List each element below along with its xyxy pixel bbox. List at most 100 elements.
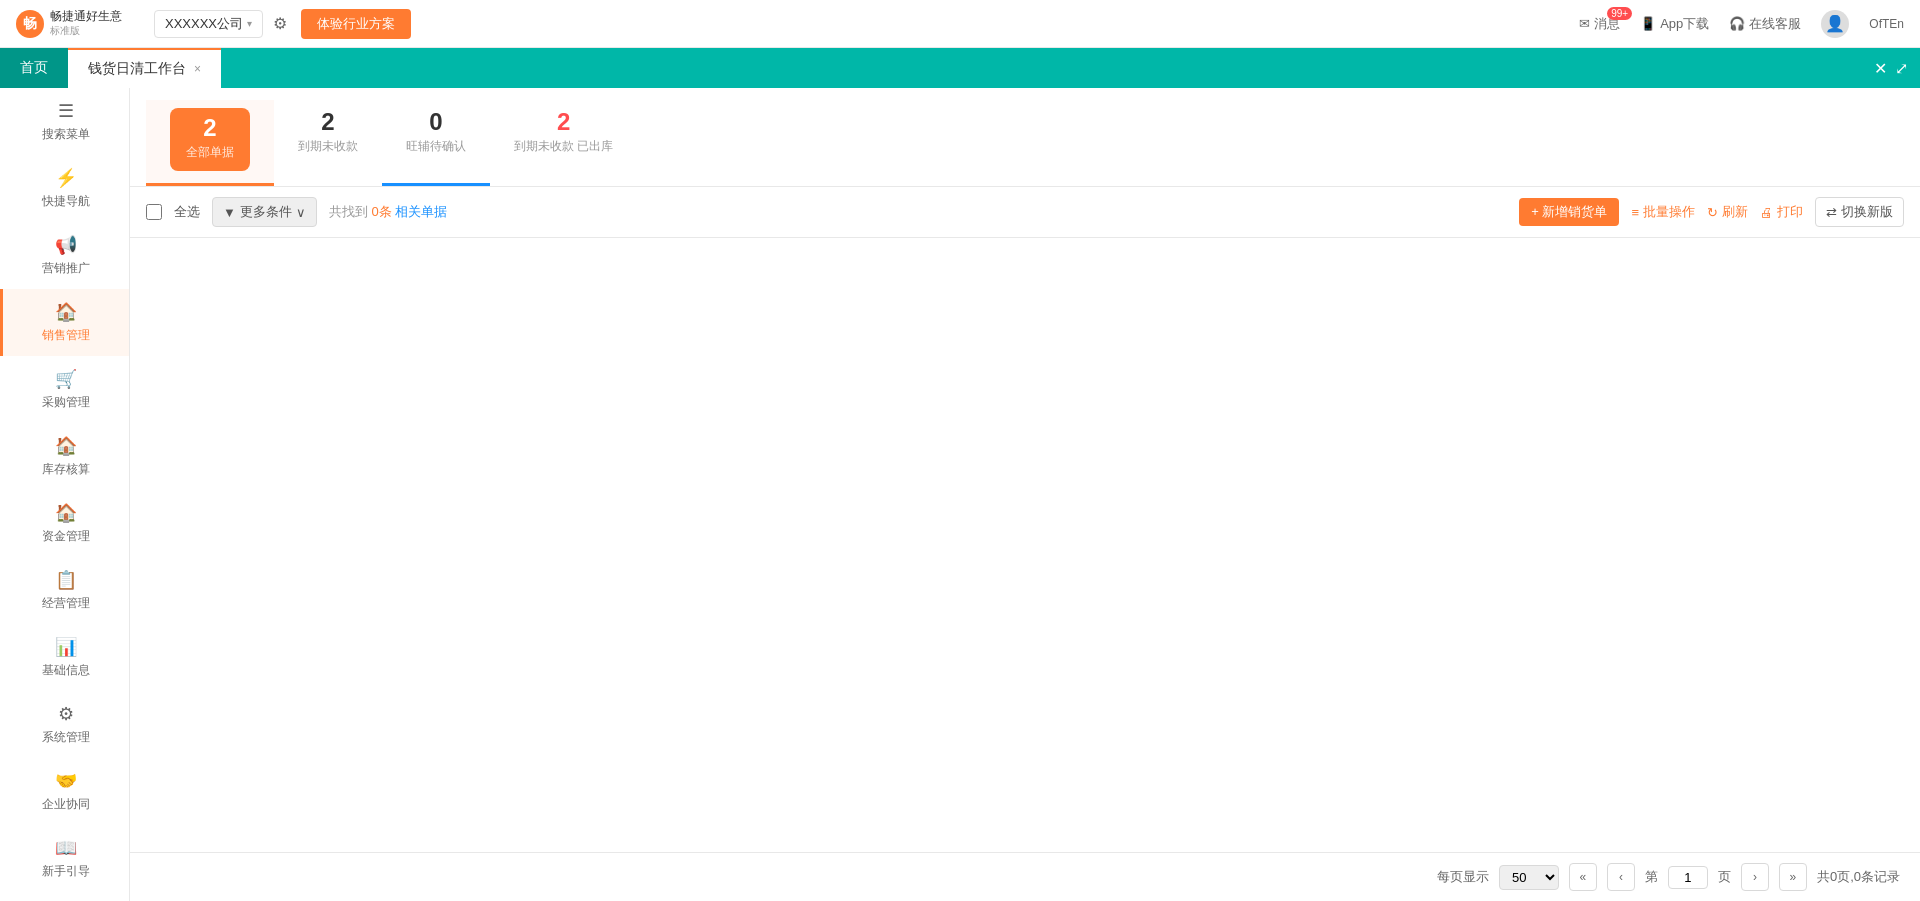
switch-label: 切换新版 xyxy=(1841,203,1893,221)
per-page-select[interactable]: 50 100 200 xyxy=(1499,865,1559,890)
refresh-label: 刷新 xyxy=(1722,203,1748,221)
sidebar-item-sales[interactable]: 🏠 销售管理 xyxy=(0,289,129,356)
stat-tab-overdue[interactable]: 2 到期未收款 xyxy=(274,100,382,186)
window-close-icon[interactable]: ✕ xyxy=(1874,59,1887,78)
avatar-icon: 👤 xyxy=(1825,14,1845,33)
stat-label-all: 全部单据 xyxy=(186,144,234,161)
found-prefix: 共找到 xyxy=(329,204,368,219)
sidebar-item-purchase[interactable]: 🛒 采购管理 xyxy=(0,356,129,423)
sidebar-label-enterprise: 企业协同 xyxy=(42,796,90,813)
next-page-button[interactable]: › xyxy=(1741,863,1769,891)
logo-text: 畅捷通好生意 xyxy=(50,9,122,25)
sales-icon: 🏠 xyxy=(55,301,77,323)
table-area xyxy=(130,238,1920,852)
avatar[interactable]: 👤 xyxy=(1821,10,1849,38)
related-link[interactable]: 相关单据 xyxy=(395,204,447,219)
stat-tab-all[interactable]: 2 全部单据 xyxy=(146,100,274,186)
tab-cash-flow[interactable]: 钱货日清工作台 × xyxy=(68,48,221,88)
company-selector[interactable]: XXXXXX公司 ▾ xyxy=(154,10,263,38)
sidebar-item-marketing[interactable]: 📢 营销推广 xyxy=(0,222,129,289)
nav-tabs: 首页 钱货日清工作台 × ✕ ⤢ xyxy=(0,48,1920,88)
content-area: 2 全部单据 2 到期未收款 0 旺辅待确认 2 到期未收款 已出库 全选 xyxy=(130,88,1920,901)
stat-tab-overdue-out[interactable]: 2 到期未收款 已出库 xyxy=(490,100,637,186)
tab-cash-flow-label: 钱货日清工作台 xyxy=(88,60,186,78)
settings-icon[interactable]: ⚙ xyxy=(273,14,287,33)
select-all-label: 全选 xyxy=(174,203,200,221)
filter-button[interactable]: ▼ 更多条件 ∨ xyxy=(212,197,317,227)
print-icon: 🖨 xyxy=(1760,205,1773,220)
toolbar: 全选 ▼ 更多条件 ∨ 共找到 0条 相关单据 + 新增销货单 ≡ 批量操作 ↻ xyxy=(130,187,1920,238)
stat-label-pending: 旺辅待确认 xyxy=(406,138,466,155)
sidebar-label-guide: 新手引导 xyxy=(42,863,90,880)
sidebar-item-search-menu[interactable]: ☰ 搜索菜单 xyxy=(0,88,129,155)
stat-num-pending: 0 xyxy=(429,108,442,136)
sidebar-item-operations[interactable]: 📋 经营管理 xyxy=(0,557,129,624)
window-expand-icon[interactable]: ⤢ xyxy=(1895,59,1908,78)
print-button[interactable]: 🖨 打印 xyxy=(1760,203,1803,221)
main-layout: ☰ 搜索菜单 ⚡ 快捷导航 📢 营销推广 🏠 销售管理 🛒 采购管理 🏠 库存核… xyxy=(0,88,1920,901)
stat-tab-pending[interactable]: 0 旺辅待确认 xyxy=(382,100,490,186)
sidebar-label-operations: 经营管理 xyxy=(42,595,90,612)
message-badge: 99+ xyxy=(1607,7,1632,20)
total-info: 共0页,0条记录 xyxy=(1817,868,1900,886)
enterprise-icon: 🤝 xyxy=(55,770,77,792)
prev-page-button[interactable]: ‹ xyxy=(1607,863,1635,891)
sidebar-item-enterprise[interactable]: 🤝 企业协同 xyxy=(0,758,129,825)
refresh-icon: ↻ xyxy=(1707,205,1718,220)
per-page-label: 每页显示 xyxy=(1437,868,1489,886)
batch-label: 批量操作 xyxy=(1643,203,1695,221)
purchase-icon: 🛒 xyxy=(55,368,77,390)
message-item[interactable]: ✉ 消息 99+ xyxy=(1579,15,1620,33)
sidebar-item-sys-mgmt[interactable]: ⚙ 系统管理 xyxy=(0,691,129,758)
sidebar-label-marketing: 营销推广 xyxy=(42,260,90,277)
sidebar-label-sys-mgmt: 系统管理 xyxy=(42,729,90,746)
sidebar-item-quick-nav[interactable]: ⚡ 快捷导航 xyxy=(0,155,129,222)
top-right-area: ✉ 消息 99+ 📱 App下载 🎧 在线客服 👤 OfTEn xyxy=(1579,10,1904,38)
sidebar-item-app-center[interactable]: 📦 应用中心 xyxy=(0,892,129,901)
add-sales-button[interactable]: + 新增销货单 xyxy=(1519,198,1619,226)
batch-action-button[interactable]: ≡ 批量操作 xyxy=(1631,203,1695,221)
search-menu-icon: ☰ xyxy=(58,100,74,122)
top-bar: 畅 畅捷通好生意 标准版 XXXXXX公司 ▾ ⚙ 体验行业方案 ✉ 消息 99… xyxy=(0,0,1920,48)
marketing-icon: 📢 xyxy=(55,234,77,256)
stat-num-overdue-out: 2 xyxy=(557,108,570,136)
sidebar-item-finance[interactable]: 🏠 资金管理 xyxy=(0,490,129,557)
sidebar-label-finance: 资金管理 xyxy=(42,528,90,545)
logo-sub: 标准版 xyxy=(50,24,122,38)
app-download-item[interactable]: 📱 App下载 xyxy=(1640,15,1709,33)
stats-tabs: 2 全部单据 2 到期未收款 0 旺辅待确认 2 到期未收款 已出库 xyxy=(130,88,1920,187)
online-service-label: 在线客服 xyxy=(1749,15,1801,33)
inventory-icon: 🏠 xyxy=(55,435,77,457)
trial-button[interactable]: 体验行业方案 xyxy=(301,9,411,39)
nav-right-controls: ✕ ⤢ xyxy=(1874,59,1920,78)
tab-close-icon[interactable]: × xyxy=(194,62,201,76)
avatar-name[interactable]: OfTEn xyxy=(1869,17,1904,31)
stat-label-overdue: 到期未收款 xyxy=(298,138,358,155)
logo-icon: 畅 xyxy=(16,10,44,38)
online-service-item[interactable]: 🎧 在线客服 xyxy=(1729,15,1801,33)
sidebar-item-guide[interactable]: 📖 新手引导 xyxy=(0,825,129,892)
logo-text-block: 畅捷通好生意 标准版 xyxy=(50,9,122,39)
switch-version-button[interactable]: ⇄ 切换新版 xyxy=(1815,197,1904,227)
dropdown-arrow-icon: ▾ xyxy=(247,18,252,29)
sidebar-label-base-info: 基础信息 xyxy=(42,662,90,679)
tab-home[interactable]: 首页 xyxy=(0,48,68,88)
pagination-bar: 每页显示 50 100 200 « ‹ 第 页 › » 共0页,0条记录 xyxy=(130,852,1920,901)
refresh-button[interactable]: ↻ 刷新 xyxy=(1707,203,1748,221)
sidebar-item-base-info[interactable]: 📊 基础信息 xyxy=(0,624,129,691)
sidebar-label-purchase: 采购管理 xyxy=(42,394,90,411)
app-download-label: App下载 xyxy=(1660,15,1709,33)
last-page-button[interactable]: » xyxy=(1779,863,1807,891)
sidebar: ☰ 搜索菜单 ⚡ 快捷导航 📢 营销推广 🏠 销售管理 🛒 采购管理 🏠 库存核… xyxy=(0,88,130,901)
tab-home-label: 首页 xyxy=(20,59,48,77)
logo-area: 畅 畅捷通好生意 标准版 xyxy=(16,9,146,39)
sidebar-item-inventory[interactable]: 🏠 库存核算 xyxy=(0,423,129,490)
sidebar-label-search-menu: 搜索菜单 xyxy=(42,126,90,143)
app-icon: 📱 xyxy=(1640,16,1656,31)
sidebar-label-quick-nav: 快捷导航 xyxy=(42,193,90,210)
operations-icon: 📋 xyxy=(55,569,77,591)
page-input[interactable] xyxy=(1668,866,1708,889)
select-all-checkbox[interactable] xyxy=(146,204,162,220)
sidebar-label-inventory: 库存核算 xyxy=(42,461,90,478)
first-page-button[interactable]: « xyxy=(1569,863,1597,891)
